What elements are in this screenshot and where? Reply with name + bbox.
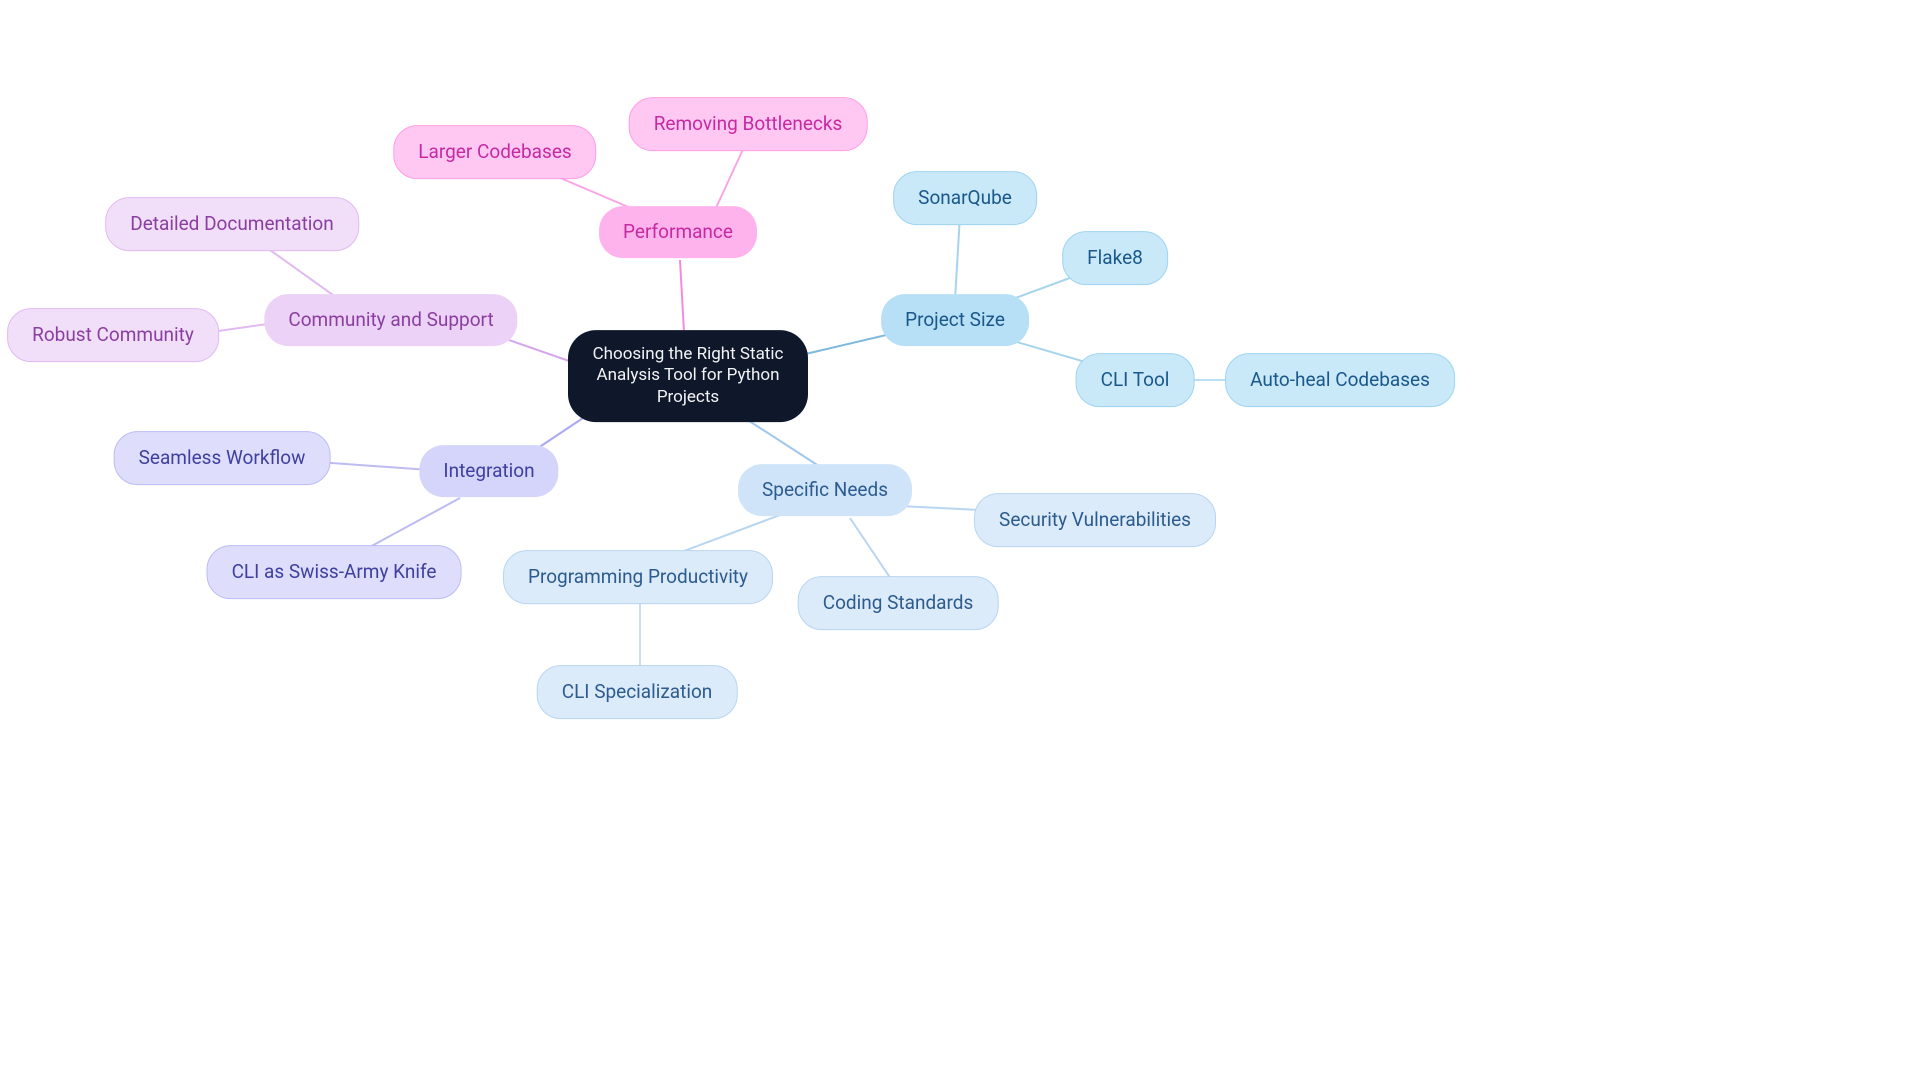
label: Removing Bottlenecks xyxy=(654,112,843,136)
label: Flake8 xyxy=(1087,246,1143,270)
node-detailed-docs[interactable]: Detailed Documentation xyxy=(105,197,359,251)
node-performance[interactable]: Performance xyxy=(599,206,757,258)
node-cli-tool[interactable]: CLI Tool xyxy=(1076,353,1195,407)
node-seamless-workflow[interactable]: Seamless Workflow xyxy=(114,431,331,485)
center-label: Choosing the Right Static Analysis Tool … xyxy=(592,344,784,408)
node-coding-standards[interactable]: Coding Standards xyxy=(798,576,999,630)
label: Auto-heal Codebases xyxy=(1250,368,1430,392)
node-swiss-army[interactable]: CLI as Swiss-Army Knife xyxy=(207,545,462,599)
node-specific-needs[interactable]: Specific Needs xyxy=(738,464,912,516)
label: CLI Tool xyxy=(1101,368,1170,392)
label: Project Size xyxy=(905,308,1005,332)
label: Programming Productivity xyxy=(528,565,748,589)
label: Detailed Documentation xyxy=(130,212,334,236)
node-auto-heal[interactable]: Auto-heal Codebases xyxy=(1225,353,1455,407)
label: Seamless Workflow xyxy=(139,446,306,470)
node-community-support[interactable]: Community and Support xyxy=(264,294,517,346)
node-sonarqube[interactable]: SonarQube xyxy=(893,171,1037,225)
node-project-size[interactable]: Project Size xyxy=(881,294,1029,346)
node-larger-codebases[interactable]: Larger Codebases xyxy=(393,125,596,179)
node-programming-productivity[interactable]: Programming Productivity xyxy=(503,550,773,604)
node-security[interactable]: Security Vulnerabilities xyxy=(974,493,1216,547)
label: Performance xyxy=(623,220,733,244)
label: SonarQube xyxy=(918,186,1012,210)
label: Larger Codebases xyxy=(418,140,571,164)
label: Coding Standards xyxy=(823,591,974,615)
node-flake8[interactable]: Flake8 xyxy=(1062,231,1168,285)
node-removing-bottlenecks[interactable]: Removing Bottlenecks xyxy=(629,97,868,151)
label: CLI Specialization xyxy=(562,680,713,704)
label: Specific Needs xyxy=(762,478,888,502)
label: CLI as Swiss-Army Knife xyxy=(232,560,437,584)
label: Security Vulnerabilities xyxy=(999,508,1191,532)
node-robust-community[interactable]: Robust Community xyxy=(7,308,219,362)
label: Robust Community xyxy=(32,323,194,347)
label: Community and Support xyxy=(288,308,493,332)
center-node[interactable]: Choosing the Right Static Analysis Tool … xyxy=(568,330,808,422)
node-integration[interactable]: Integration xyxy=(419,445,558,497)
label: Integration xyxy=(443,459,534,483)
node-cli-specialization[interactable]: CLI Specialization xyxy=(537,665,738,719)
